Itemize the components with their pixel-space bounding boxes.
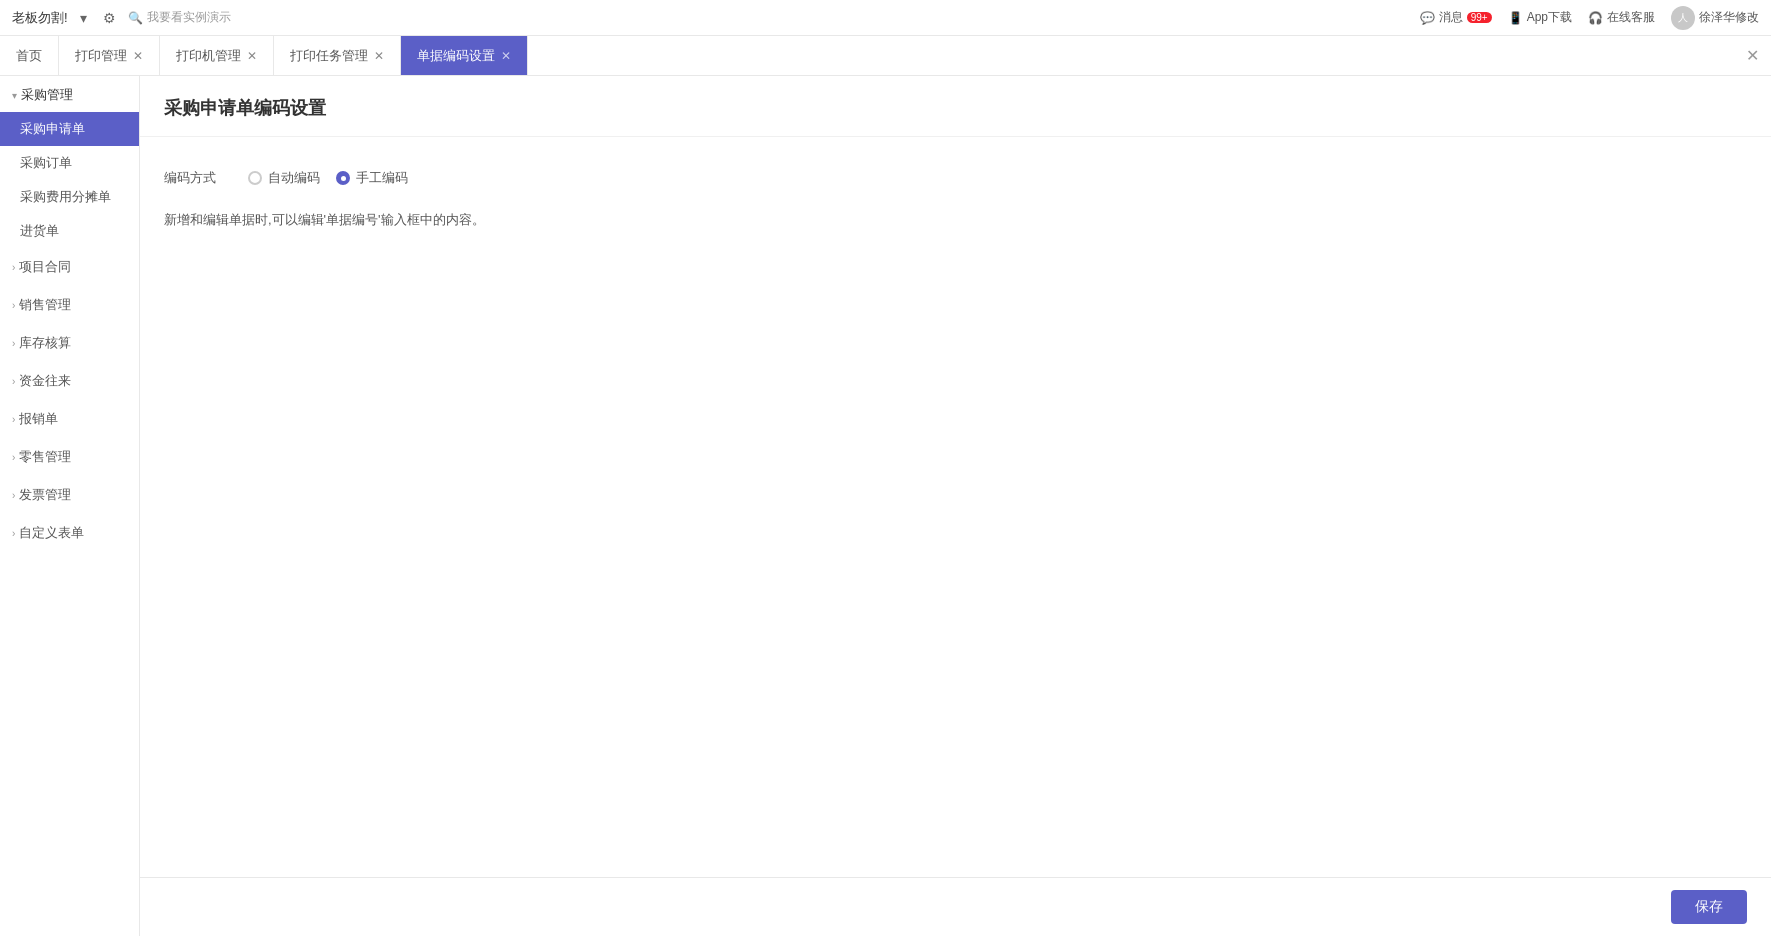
content-footer: 保存 [140,877,1771,936]
message-label: 消息 [1439,9,1463,26]
sidebar-group-capital[interactable]: › 资金往来 [0,362,139,400]
content-header: 采购申请单编码设置 [140,76,1771,137]
search-icon: 🔍 [128,11,143,25]
app-download-label: App下载 [1527,9,1572,26]
sidebar-item-purchase-request-label: 采购申请单 [20,121,85,136]
sidebar-group-sales[interactable]: › 销售管理 [0,286,139,324]
online-service-label: 在线客服 [1607,9,1655,26]
tab-encode-setting[interactable]: 单据编码设置 ✕ [401,36,528,75]
manual-code-label: 手工编码 [356,169,408,187]
sidebar-group-retail[interactable]: › 零售管理 [0,438,139,476]
main-layout: ▾ 采购管理 采购申请单 采购订单 采购费用分摊单 进货单 › 项目合同 › 销… [0,76,1771,936]
content-body: 编码方式 自动编码 手工编码 新增和编辑单据时,可以编辑'单据编号'输入框中的内… [140,137,1771,877]
sidebar-group-custom-form[interactable]: › 自定义表单 [0,514,139,552]
sidebar-item-purchase-cost-label: 采购费用分摊单 [20,189,111,204]
procurement-arrow-icon: ▾ [12,90,17,101]
tab-print-management-label: 打印管理 [75,47,127,65]
sidebar-item-stock-in[interactable]: 进货单 [0,214,139,248]
sidebar-item-purchase-cost[interactable]: 采购费用分摊单 [0,180,139,214]
search-text: 我要看实例演示 [147,9,231,26]
top-bar: 老板勿割! ▾ ⚙ 🔍 我要看实例演示 💬 消息 99+ 📱 App下载 🎧 在… [0,0,1771,36]
page-title: 采购申请单编码设置 [164,96,1747,120]
tab-close-print-management[interactable]: ✕ [133,49,143,63]
sidebar-group-procurement: ▾ 采购管理 采购申请单 采购订单 采购费用分摊单 进货单 [0,76,139,248]
home-tab-label: 首页 [16,47,42,65]
inventory-arrow-icon: › [12,338,15,349]
tab-printer-management[interactable]: 打印机管理 ✕ [160,36,274,75]
radio-group: 自动编码 手工编码 [248,169,408,187]
tab-close-encode-setting[interactable]: ✕ [501,49,511,63]
tab-close-printer-management[interactable]: ✕ [247,49,257,63]
content-area: 采购申请单编码设置 编码方式 自动编码 手工编码 新增和编辑单据时,可以编辑'单… [140,76,1771,936]
sidebar-group-capital-label: 资金往来 [19,372,71,390]
tab-print-task-label: 打印任务管理 [290,47,368,65]
project-arrow-icon: › [12,262,15,273]
tab-printer-management-label: 打印机管理 [176,47,241,65]
manual-code-radio-circle [336,171,350,185]
top-bar-left: 老板勿割! ▾ ⚙ 🔍 我要看实例演示 [12,8,231,28]
message-button[interactable]: 💬 消息 99+ [1420,9,1492,26]
tab-print-management[interactable]: 打印管理 ✕ [59,36,160,75]
encode-method-row: 编码方式 自动编码 手工编码 [164,157,1747,199]
reimbursement-arrow-icon: › [12,414,15,425]
custom-form-arrow-icon: › [12,528,15,539]
tab-home[interactable]: 首页 [0,36,59,75]
app-icon: 📱 [1508,11,1523,25]
sidebar-group-project[interactable]: › 项目合同 [0,248,139,286]
sales-arrow-icon: › [12,300,15,311]
sidebar-group-reimbursement-label: 报销单 [19,410,58,428]
manual-code-radio[interactable]: 手工编码 [336,169,408,187]
brand-text: 老板勿割! [12,9,68,27]
sidebar: ▾ 采购管理 采购申请单 采购订单 采购费用分摊单 进货单 › 项目合同 › 销… [0,76,140,936]
invoice-arrow-icon: › [12,490,15,501]
auto-code-radio-circle [248,171,262,185]
online-service-button[interactable]: 🎧 在线客服 [1588,9,1655,26]
retail-arrow-icon: › [12,452,15,463]
procurement-group-label: 采购管理 [21,86,73,104]
tab-print-task-management[interactable]: 打印任务管理 ✕ [274,36,401,75]
sidebar-group-inventory[interactable]: › 库存核算 [0,324,139,362]
sidebar-group-project-label: 项目合同 [19,258,71,276]
dropdown-icon[interactable]: ▾ [76,8,91,28]
sidebar-group-retail-label: 零售管理 [19,448,71,466]
sidebar-group-inventory-label: 库存核算 [19,334,71,352]
tab-encode-setting-label: 单据编码设置 [417,47,495,65]
message-icon: 💬 [1420,11,1435,25]
sidebar-group-procurement-header[interactable]: ▾ 采购管理 [0,76,139,112]
tab-close-print-task[interactable]: ✕ [374,49,384,63]
sidebar-item-purchase-order-label: 采购订单 [20,155,72,170]
avatar: 人 [1671,6,1695,30]
sidebar-group-invoice-label: 发票管理 [19,486,71,504]
sidebar-item-purchase-request[interactable]: 采购申请单 [0,112,139,146]
sidebar-group-invoice[interactable]: › 发票管理 [0,476,139,514]
sidebar-group-custom-form-label: 自定义表单 [19,524,84,542]
user-menu[interactable]: 人 徐泽华修改 [1671,6,1759,30]
encode-method-label: 编码方式 [164,169,224,187]
search-bar[interactable]: 🔍 我要看实例演示 [128,9,231,26]
headset-icon: 🎧 [1588,11,1603,25]
settings-icon[interactable]: ⚙ [99,8,120,28]
hint-text: 新增和编辑单据时,可以编辑'单据编号'输入框中的内容。 [164,211,1747,229]
auto-code-radio[interactable]: 自动编码 [248,169,320,187]
user-name: 徐泽华修改 [1699,9,1759,26]
sidebar-group-reimbursement[interactable]: › 报销单 [0,400,139,438]
capital-arrow-icon: › [12,376,15,387]
message-badge: 99+ [1467,12,1492,23]
sidebar-item-purchase-order[interactable]: 采购订单 [0,146,139,180]
tab-bar-close-all[interactable]: ✕ [1734,46,1771,65]
sidebar-group-sales-label: 销售管理 [19,296,71,314]
app-download-button[interactable]: 📱 App下载 [1508,9,1572,26]
sidebar-item-stock-in-label: 进货单 [20,223,59,238]
auto-code-label: 自动编码 [268,169,320,187]
save-button[interactable]: 保存 [1671,890,1747,924]
tab-bar: 首页 打印管理 ✕ 打印机管理 ✕ 打印任务管理 ✕ 单据编码设置 ✕ ✕ [0,36,1771,76]
top-bar-right: 💬 消息 99+ 📱 App下载 🎧 在线客服 人 徐泽华修改 [1420,6,1759,30]
